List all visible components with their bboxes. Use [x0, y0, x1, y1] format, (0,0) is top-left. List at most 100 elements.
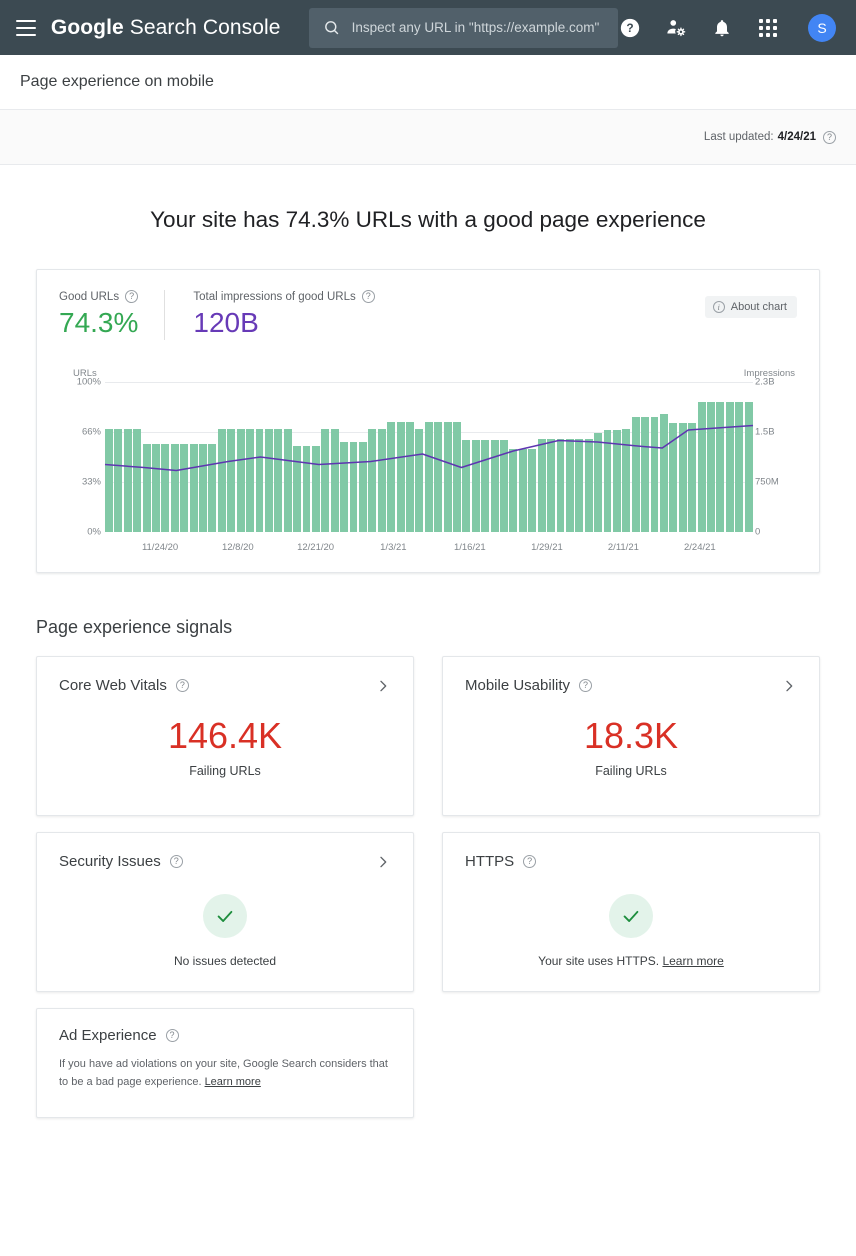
chart-bar [180, 444, 188, 532]
right-axis-tick: 1.5B [755, 427, 795, 438]
impressions-label-row: Total impressions of good URLs ? [193, 290, 374, 303]
chart-bar [256, 429, 264, 532]
chart-bar [472, 440, 480, 532]
search-input[interactable] [352, 20, 604, 35]
right-axis-tick: 0 [755, 527, 795, 538]
chart-bar [208, 444, 216, 532]
url-inspection-search-bar[interactable] [309, 8, 618, 48]
chart-bar [462, 440, 470, 532]
last-updated-value: 4/24/21 [778, 131, 816, 143]
brand-google: Google [51, 16, 124, 39]
hamburger-menu-icon[interactable] [16, 15, 41, 41]
page-root: Google Search Console ? [0, 0, 856, 1256]
check-circle-icon [609, 894, 653, 938]
card-header: Mobile Usability? [465, 677, 797, 694]
ad-experience-help-icon[interactable]: ? [166, 1029, 179, 1042]
avatar[interactable]: S [808, 14, 836, 42]
chart-bar [378, 429, 386, 532]
x-axis-tick: 1/16/21 [454, 542, 486, 553]
chart-bar [359, 442, 367, 532]
learn-more-link[interactable]: Learn more [205, 1076, 261, 1088]
card-mobile-usability[interactable]: Mobile Usability?18.3KFailing URLs [442, 656, 820, 816]
help-icon[interactable]: ? [618, 16, 642, 40]
chart-bar [415, 429, 423, 532]
chart-metrics: Good URLs ? 74.3% Total impressions of g… [59, 290, 797, 340]
chart-bar [585, 439, 593, 532]
learn-more-link[interactable]: Learn more [662, 954, 723, 968]
chart-bar [303, 446, 311, 532]
chart-bar [538, 439, 546, 532]
impressions-bar-series [105, 382, 753, 532]
chart-bar [444, 422, 452, 532]
chart-bar [133, 429, 141, 532]
chart-bar [557, 439, 565, 532]
card-title: Mobile Usability [465, 677, 570, 694]
mobile-usability-help-icon[interactable]: ? [579, 679, 592, 692]
x-axis-tick: 1/3/21 [380, 542, 406, 553]
chart-bar [669, 423, 677, 532]
svg-text:?: ? [626, 21, 633, 35]
about-chart-button[interactable]: i About chart [705, 296, 797, 318]
chart-bar [547, 439, 555, 532]
chart-bar [566, 439, 574, 532]
chart-bar [190, 444, 198, 532]
chevron-right-icon[interactable] [781, 678, 797, 694]
last-updated-help-icon[interactable]: ? [823, 131, 836, 144]
chart-bar [641, 417, 649, 532]
x-axis-tick: 2/24/21 [684, 542, 716, 553]
left-axis-tick: 0% [61, 527, 101, 538]
card-core-web-vitals[interactable]: Core Web Vitals?146.4KFailing URLs [36, 656, 414, 816]
impressions-help-icon[interactable]: ? [362, 290, 375, 303]
about-chart-label: About chart [731, 301, 787, 313]
notifications-bell-icon[interactable] [710, 16, 734, 40]
card-header: Core Web Vitals? [59, 677, 391, 694]
top-app-bar: Google Search Console ? [0, 0, 856, 55]
chart-bar [227, 429, 235, 532]
account-settings-icon[interactable] [664, 16, 688, 40]
chart-bar [161, 444, 169, 532]
good-urls-help-icon[interactable]: ? [125, 290, 138, 303]
chart-bar [387, 422, 395, 532]
card-status-text: Your site uses HTTPS. Learn more [465, 954, 797, 968]
core-web-vitals-help-icon[interactable]: ? [176, 679, 189, 692]
chart-bar [143, 444, 151, 532]
chart-bar [726, 402, 734, 532]
https-help-icon[interactable]: ? [523, 855, 536, 868]
chart-bar [707, 402, 715, 532]
chart-bar [218, 429, 226, 532]
chart-area: URLs Impressions 100%66%33%0% 2.3B1.5B75… [59, 368, 797, 558]
chart-bar [105, 429, 113, 532]
chart-bar [688, 423, 696, 532]
app-brand-title[interactable]: Google Search Console [51, 16, 281, 40]
chevron-right-icon[interactable] [375, 678, 391, 694]
chart-plot: 100%66%33%0% 2.3B1.5B750M0 [105, 382, 753, 532]
chart-bar [660, 414, 668, 532]
card-value: 146.4K [59, 716, 391, 756]
chart-bar [716, 402, 724, 532]
chart-bar [265, 429, 273, 532]
apps-grid-icon[interactable] [756, 16, 780, 40]
impressions-label: Total impressions of good URLs [193, 291, 355, 303]
card-security-issues[interactable]: Security Issues?No issues detected [36, 832, 414, 992]
chevron-right-icon[interactable] [375, 854, 391, 870]
chart-bar [735, 402, 743, 532]
chart-bar [397, 422, 405, 532]
brand-search-console: Search Console [124, 16, 281, 39]
x-axis-tick: 11/24/20 [142, 542, 178, 553]
chart-bar [500, 440, 508, 532]
good-urls-metric: Good URLs ? 74.3% [59, 290, 164, 340]
chart-bar [622, 429, 630, 532]
last-updated-label: Last updated: [704, 131, 774, 143]
chart-bar [246, 429, 254, 532]
card-header: Ad Experience? [59, 1027, 391, 1044]
chart-bar [331, 429, 339, 532]
chart-bar [114, 429, 122, 532]
x-axis-tick: 2/11/21 [608, 542, 639, 553]
chart-bar [199, 444, 207, 532]
main-content: Your site has 74.3% URLs with a good pag… [0, 165, 856, 1146]
chart-bar [340, 442, 348, 532]
signals-heading: Page experience signals [36, 617, 836, 638]
security-issues-help-icon[interactable]: ? [170, 855, 183, 868]
page-headline: Your site has 74.3% URLs with a good pag… [20, 165, 836, 269]
chart-bar [152, 444, 160, 532]
